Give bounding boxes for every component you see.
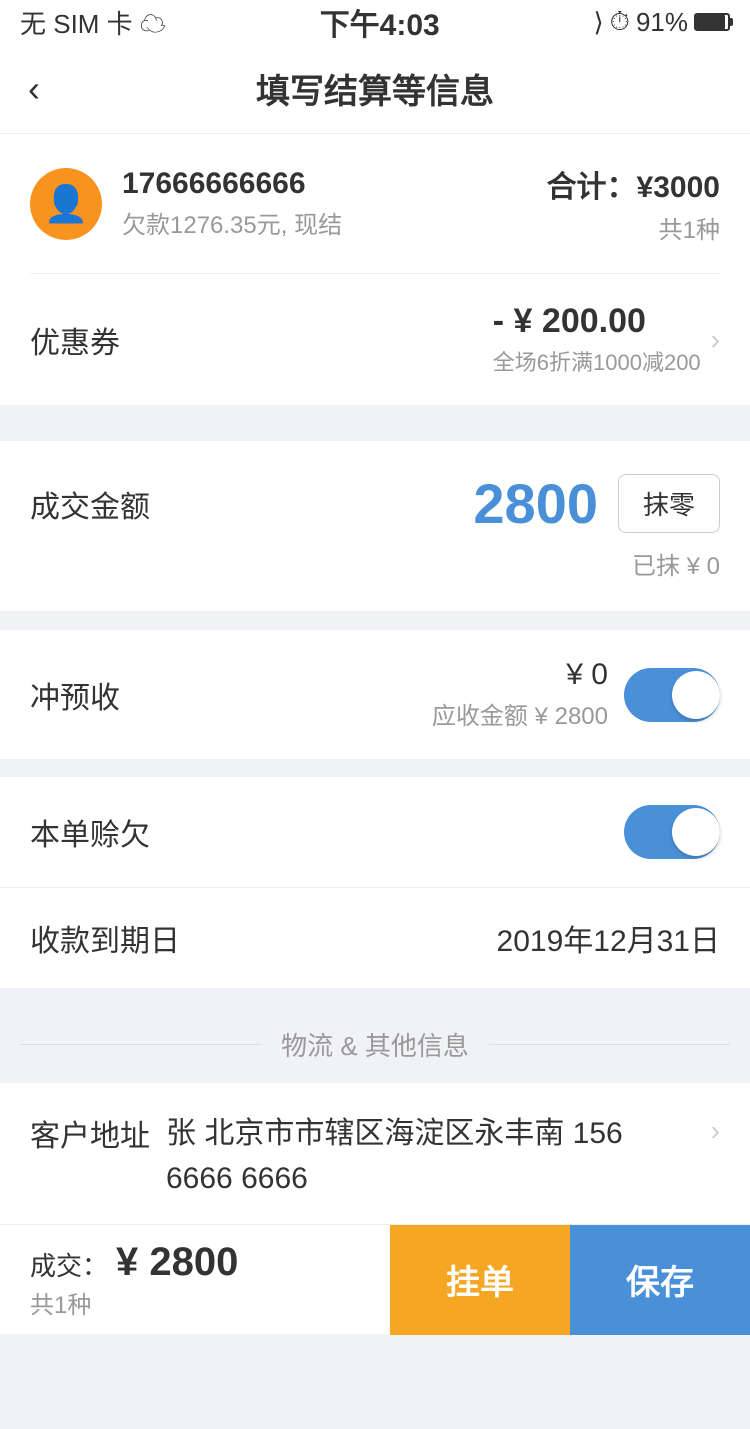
- footer-amount: ¥ 2800: [116, 1240, 238, 1285]
- user-left: 👤 17666666666 欠款1276.35元, 现结: [30, 167, 342, 240]
- user-row: 👤 17666666666 欠款1276.35元, 现结 合计：¥3000 共1…: [0, 134, 750, 273]
- prepayment-right: ¥ 0 应收金额 ¥ 2800: [432, 658, 720, 731]
- amount-sub-row: 已抹 ¥ 0: [30, 546, 720, 581]
- footer-count: 共1种: [30, 1285, 360, 1320]
- prepayment-sub-value: 应收金额 ¥ 2800: [432, 696, 608, 731]
- separator-3: [0, 988, 750, 1006]
- save-button[interactable]: 保存: [570, 1225, 750, 1335]
- location-icon: ⟩: [594, 7, 604, 38]
- prepayment-main-value: ¥ 0: [432, 658, 608, 692]
- coupon-info: - ¥ 200.00 全场6折满1000减200: [493, 302, 701, 377]
- amount-value-group: 2800 抹零: [473, 471, 720, 536]
- back-button[interactable]: ‹: [28, 68, 40, 110]
- total-amount: 合计：¥3000: [547, 162, 720, 206]
- logistics-divider: 物流 & 其他信息: [0, 1006, 750, 1083]
- due-date-label: 收款到期日: [30, 916, 180, 960]
- prepayment-label: 冲预收: [30, 673, 120, 717]
- coupon-label: 优惠券: [30, 318, 120, 362]
- status-bar: 无 SIM 卡 ☁ 下午4:03 ⟩ ⏱ 91%: [0, 0, 750, 44]
- divider-line-right: [489, 1044, 730, 1045]
- separator-2: [0, 759, 750, 777]
- prepayment-row: 冲预收 ¥ 0 应收金额 ¥ 2800: [0, 630, 750, 759]
- coupon-chevron-icon: ›: [711, 324, 720, 356]
- divider-line-left: [20, 1044, 261, 1045]
- footer-trans-label: 成交：: [30, 1246, 108, 1283]
- round-button[interactable]: 抹零: [618, 474, 720, 533]
- user-info: 17666666666 欠款1276.35元, 现结: [122, 167, 342, 240]
- address-chevron-icon: ›: [711, 1115, 720, 1147]
- user-sub-text: 欠款1276.35元, 现结: [122, 205, 342, 240]
- status-right: ⟩ ⏱ 91%: [594, 6, 730, 38]
- total-count: 共1种: [547, 210, 720, 245]
- avatar-icon: 👤: [44, 183, 89, 225]
- amount-label: 成交金额: [30, 482, 150, 526]
- amount-row: 成交金额 2800 抹零: [30, 471, 720, 536]
- toggle-knob: [672, 671, 720, 719]
- due-date-value: 2019年12月31日: [497, 916, 720, 960]
- amount-value: 2800: [473, 471, 598, 536]
- coupon-right: - ¥ 200.00 全场6折满1000减200 ›: [493, 302, 720, 377]
- sim-indicator: 无 SIM 卡 ☁: [20, 4, 166, 41]
- coupon-desc: 全场6折满1000减200: [493, 345, 701, 377]
- status-time: 下午4:03: [320, 0, 440, 44]
- amount-section: 成交金额 2800 抹零 已抹 ¥ 0: [0, 441, 750, 611]
- debt-row: 本单赊欠: [0, 777, 750, 887]
- clock-icon: ⏱: [610, 6, 630, 38]
- coupon-discount: - ¥ 200.00: [493, 302, 701, 341]
- address-row[interactable]: 客户地址 张 北京市市辖区海淀区永丰南 156 6666 6666 ›: [0, 1083, 750, 1229]
- separator-1: [0, 423, 750, 441]
- status-left: 无 SIM 卡 ☁: [20, 4, 166, 41]
- user-info-section: 👤 17666666666 欠款1276.35元, 现结 合计：¥3000 共1…: [0, 134, 750, 405]
- address-value: 张 北京市市辖区海淀区永丰南 156 6666 6666: [166, 1111, 695, 1201]
- nav-bar: ‹ 填写结算等信息: [0, 44, 750, 134]
- coupon-row[interactable]: 优惠券 - ¥ 200.00 全场6折满1000减200 ›: [0, 274, 750, 405]
- user-phone: 17666666666: [122, 167, 342, 201]
- footer-info: 成交： ¥ 2800 共1种: [0, 1240, 390, 1320]
- debt-toggle[interactable]: [624, 805, 720, 859]
- due-date-row: 收款到期日 2019年12月31日: [0, 888, 750, 988]
- battery-text: 91%: [636, 7, 688, 38]
- battery-icon: [694, 13, 730, 31]
- user-total: 合计：¥3000 共1种: [547, 162, 720, 245]
- logistics-label: 物流 & 其他信息: [281, 1026, 469, 1063]
- debt-label: 本单赊欠: [30, 810, 150, 854]
- address-label: 客户地址: [30, 1111, 150, 1155]
- prepayment-value: ¥ 0 应收金额 ¥ 2800: [432, 658, 608, 731]
- prepayment-toggle[interactable]: [624, 668, 720, 722]
- footer: 成交： ¥ 2800 共1种 挂单 保存: [0, 1224, 750, 1334]
- amount-sub-text: 已抹 ¥ 0: [632, 553, 720, 580]
- debt-toggle-knob: [672, 808, 720, 856]
- hold-button[interactable]: 挂单: [390, 1225, 570, 1335]
- page-title: 填写结算等信息: [256, 64, 494, 113]
- avatar: 👤: [30, 168, 102, 240]
